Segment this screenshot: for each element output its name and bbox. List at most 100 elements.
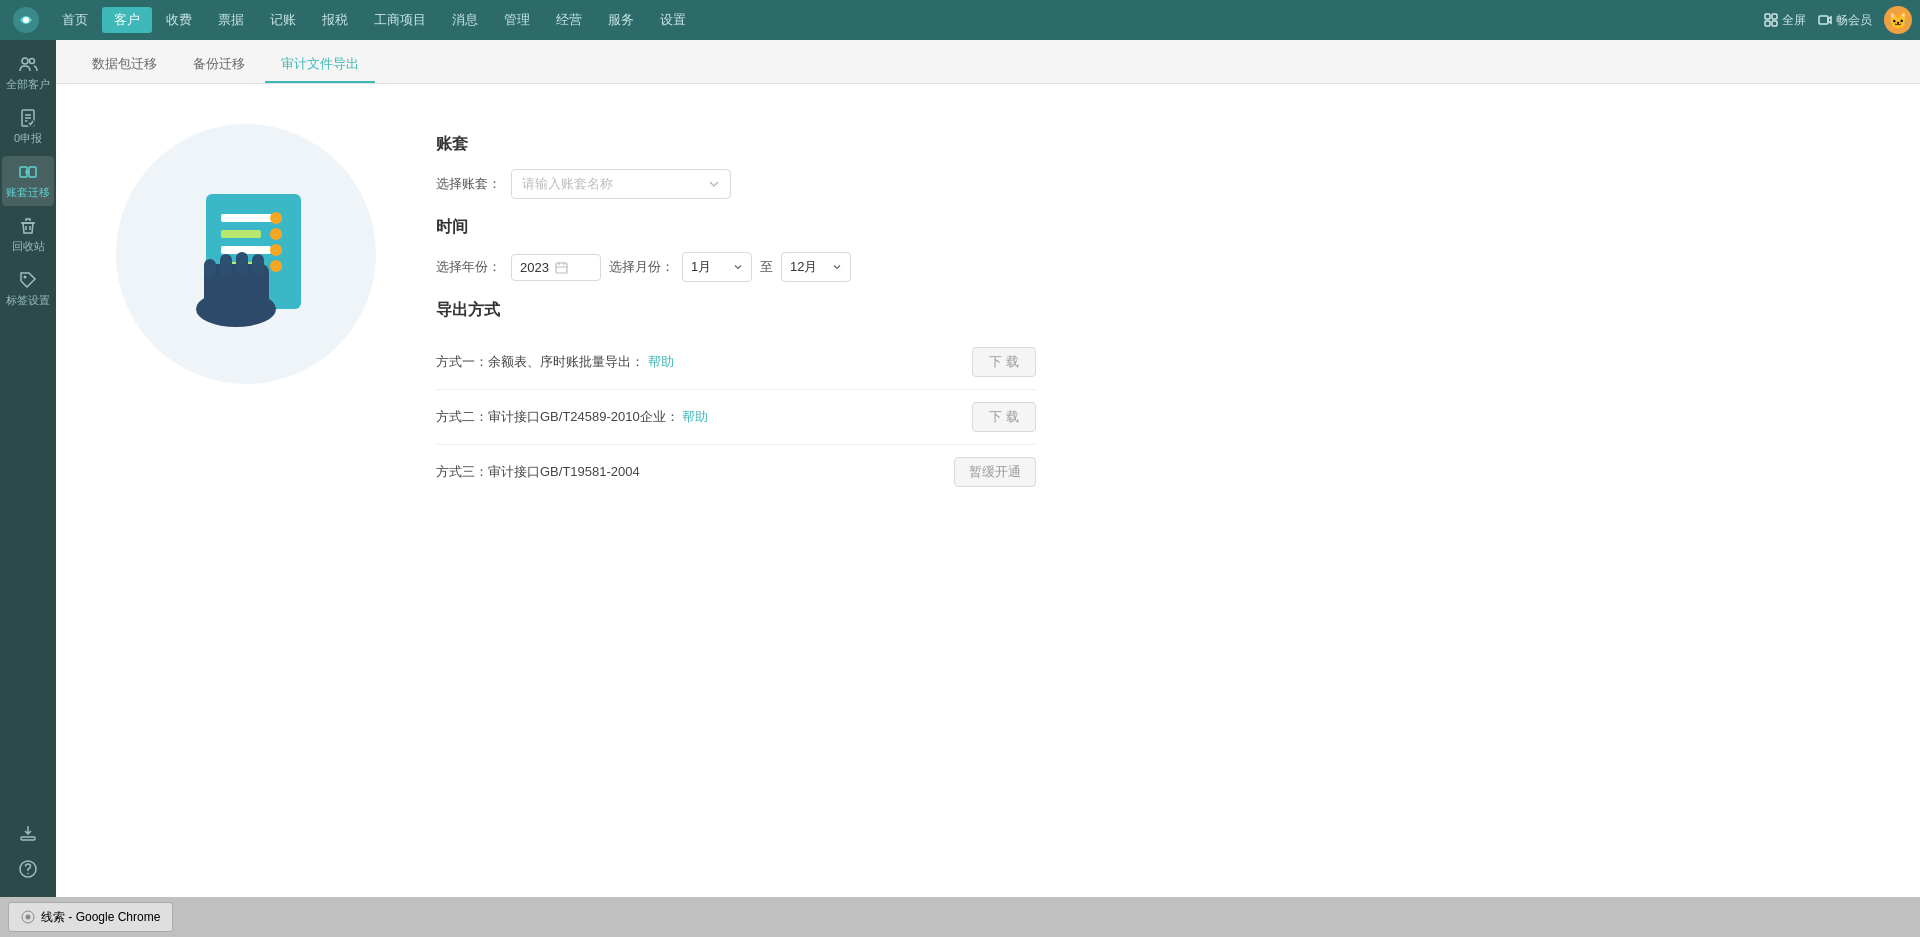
- svg-rect-30: [220, 254, 232, 276]
- content-area: 数据包迁移 备份迁移 审计文件导出: [56, 40, 1920, 897]
- method-1-download-button[interactable]: 下 载: [972, 347, 1036, 377]
- nav-item-经营[interactable]: 经营: [544, 7, 594, 33]
- taskbar: 线索 - Google Chrome: [0, 897, 1920, 937]
- svg-point-35: [26, 915, 31, 920]
- month-end-value: 12月: [790, 258, 817, 276]
- year-label: 选择年份：: [436, 258, 501, 276]
- svg-rect-6: [1819, 16, 1828, 24]
- svg-rect-5: [1772, 21, 1777, 26]
- sidebar-item-migration[interactable]: 账套迁移: [2, 156, 54, 206]
- member-label: 畅会员: [1836, 12, 1872, 29]
- nav-item-管理[interactable]: 管理: [492, 7, 542, 33]
- sidebar-item-declaration[interactable]: 0申报: [2, 102, 54, 152]
- sidebar-item-recycle[interactable]: 回收站: [2, 210, 54, 260]
- taskbar-chrome-item[interactable]: 线索 - Google Chrome: [8, 902, 173, 932]
- month-start-value: 1月: [691, 258, 711, 276]
- method-1-help-link[interactable]: 帮助: [648, 354, 674, 369]
- tab-data-migration[interactable]: 数据包迁移: [76, 47, 173, 83]
- trash-icon: [18, 216, 38, 236]
- sidebar-item-tags[interactable]: 标签设置: [2, 264, 54, 314]
- sidebar-item-help[interactable]: [2, 853, 54, 885]
- sidebar-label-recycle: 回收站: [12, 239, 45, 254]
- svg-rect-4: [1765, 21, 1770, 26]
- fullscreen-icon: [1764, 13, 1778, 27]
- chevron-down-icon-3: [832, 262, 842, 272]
- time-input-group: 2023 选择月份： 1月: [511, 252, 851, 282]
- sidebar-item-download[interactable]: [2, 817, 54, 849]
- export-method-1: 方式一：余额表、序时账批量导出： 帮助 下 载: [436, 335, 1036, 390]
- svg-rect-33: [556, 263, 567, 273]
- svg-rect-31: [236, 252, 248, 274]
- month-label: 选择月份：: [609, 258, 674, 276]
- tag-icon: [18, 270, 38, 290]
- account-label: 选择账套：: [436, 175, 501, 193]
- svg-rect-32: [252, 254, 264, 274]
- avatar[interactable]: 🐱: [1884, 6, 1912, 34]
- svg-point-25: [270, 244, 282, 256]
- tab-backup-migration[interactable]: 备份迁移: [177, 47, 261, 83]
- users-icon: [18, 54, 38, 74]
- nav-item-客户[interactable]: 客户: [102, 7, 152, 33]
- account-placeholder: 请输入账套名称: [522, 175, 613, 193]
- sidebar-item-all-clients[interactable]: 全部客户: [2, 48, 54, 98]
- top-nav-right: 全屏 畅会员 🐱: [1764, 6, 1912, 34]
- calendar-icon: [555, 261, 568, 274]
- nav-item-首页[interactable]: 首页: [50, 7, 100, 33]
- app-logo[interactable]: [8, 2, 44, 38]
- nav-item-消息[interactable]: 消息: [440, 7, 490, 33]
- member-button[interactable]: 畅会员: [1818, 12, 1872, 29]
- method-2-help-link[interactable]: 帮助: [682, 409, 708, 424]
- illustration-area: [116, 124, 376, 384]
- export-section-title: 导出方式: [436, 300, 1036, 321]
- nav-item-收费[interactable]: 收费: [154, 7, 204, 33]
- svg-point-23: [270, 212, 282, 224]
- account-row: 选择账套： 请输入账套名称: [436, 169, 1036, 199]
- migration-icon: [18, 162, 38, 182]
- method-3-coming-soon-button[interactable]: 暂缓开通: [954, 457, 1036, 487]
- time-row: 选择年份： 2023 选择月份： 1月: [436, 252, 1036, 282]
- svg-point-7: [22, 58, 28, 64]
- fullscreen-button[interactable]: 全屏: [1764, 12, 1806, 29]
- sidebar-label-migration: 账套迁移: [6, 185, 50, 200]
- sidebar-label-all-clients: 全部客户: [6, 77, 50, 92]
- nav-item-服务[interactable]: 服务: [596, 7, 646, 33]
- export-method-3: 方式三：审计接口GB/T19581-2004 暂缓开通: [436, 445, 1036, 499]
- svg-point-13: [24, 276, 27, 279]
- account-section-title: 账套: [436, 134, 1036, 155]
- tab-audit-export[interactable]: 审计文件导出: [265, 47, 375, 83]
- svg-rect-29: [204, 259, 216, 279]
- svg-point-24: [270, 228, 282, 240]
- chevron-down-icon-2: [733, 262, 743, 272]
- export-method-2: 方式二：审计接口GB/T24589-2010企业： 帮助 下 载: [436, 390, 1036, 445]
- tab-bar: 数据包迁移 备份迁移 审计文件导出: [56, 40, 1920, 84]
- month-end-select[interactable]: 12月: [781, 252, 851, 282]
- method-2-text: 方式二：审计接口GB/T24589-2010企业： 帮助: [436, 408, 708, 426]
- chevron-down-icon: [708, 178, 720, 190]
- nav-items: 首页客户收费票据记账报税工商项目消息管理经营服务设置: [50, 7, 1764, 33]
- sidebar-bottom: [2, 817, 54, 897]
- sidebar: 全部客户 0申报 账套迁移: [0, 40, 56, 897]
- nav-item-报税[interactable]: 报税: [310, 7, 360, 33]
- chrome-icon: [21, 910, 35, 924]
- nav-item-记账[interactable]: 记账: [258, 7, 308, 33]
- svg-point-1: [23, 17, 29, 23]
- svg-rect-14: [21, 837, 35, 840]
- nav-item-设置[interactable]: 设置: [648, 7, 698, 33]
- year-value: 2023: [520, 260, 549, 275]
- sidebar-label-tags: 标签设置: [6, 293, 50, 308]
- method-2-download-button[interactable]: 下 载: [972, 402, 1036, 432]
- svg-rect-18: [221, 214, 276, 222]
- form-area: 账套 选择账套： 请输入账套名称 时间 选择年份：: [436, 124, 1036, 499]
- account-select[interactable]: 请输入账套名称: [511, 169, 731, 199]
- year-input[interactable]: 2023: [511, 254, 601, 281]
- month-start-select[interactable]: 1月: [682, 252, 752, 282]
- nav-item-工商项目[interactable]: 工商项目: [362, 7, 438, 33]
- svg-rect-19: [221, 230, 261, 238]
- svg-point-26: [270, 260, 282, 272]
- nav-item-票据[interactable]: 票据: [206, 7, 256, 33]
- svg-rect-12: [29, 167, 36, 177]
- method-3-text: 方式三：审计接口GB/T19581-2004: [436, 463, 640, 481]
- main-layout: 全部客户 0申报 账套迁移: [0, 40, 1920, 897]
- sidebar-label-declaration: 0申报: [14, 131, 42, 146]
- file-icon: [18, 108, 38, 128]
